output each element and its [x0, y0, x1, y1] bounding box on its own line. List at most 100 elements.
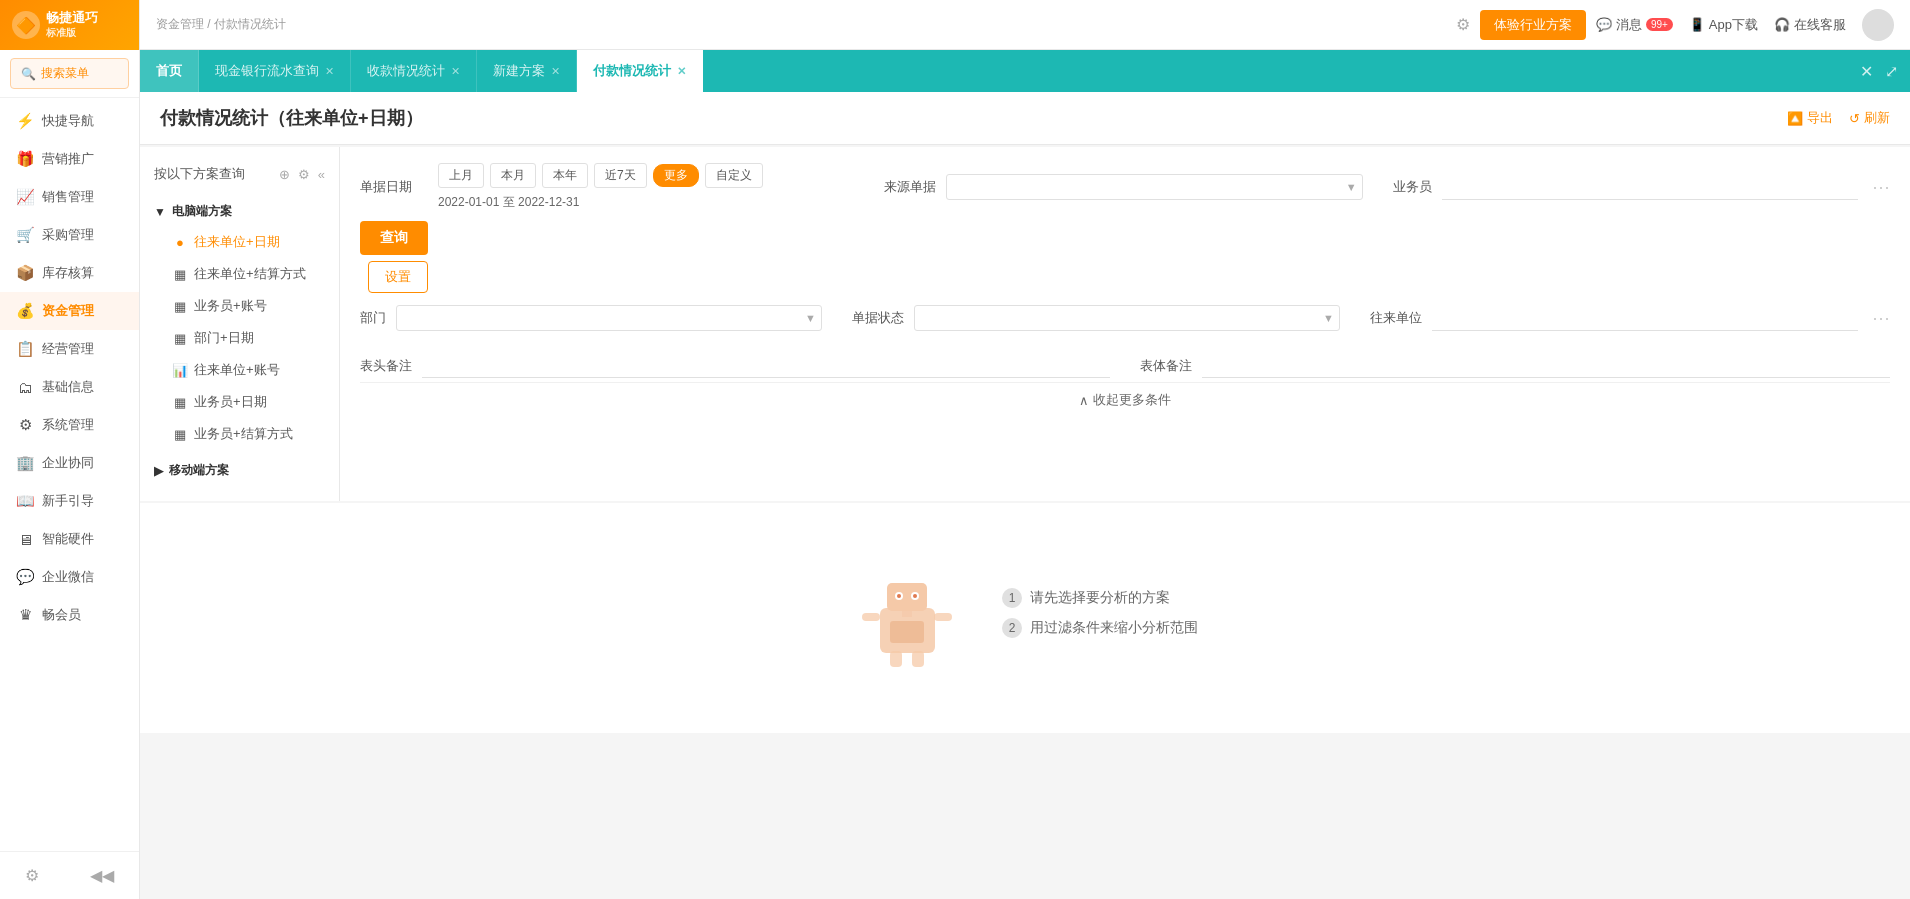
- add-scheme-icon[interactable]: ⊕: [279, 167, 290, 182]
- tab-receipts[interactable]: 收款情况统计 ✕: [351, 50, 477, 92]
- scheme-item-partner-date[interactable]: ● 往来单位+日期: [140, 226, 339, 258]
- sidebar-item-system[interactable]: ⚙ 系统管理: [0, 406, 139, 444]
- close-payment-tab[interactable]: ✕: [677, 65, 686, 78]
- scheme-item-salesperson-settlement[interactable]: ▦ 业务员+结算方式: [140, 418, 339, 450]
- tab-new-plan[interactable]: 新建方案 ✕: [477, 50, 577, 92]
- svg-rect-6: [902, 611, 912, 617]
- partner-more-icon[interactable]: ⋯: [1872, 307, 1890, 329]
- tab-controls: ✕ ⤢: [1848, 50, 1910, 92]
- guide-icon: 📖: [16, 492, 34, 510]
- sidebar-item-operations[interactable]: 📋 经营管理: [0, 330, 139, 368]
- logo-text: 畅捷通巧 标准版: [46, 10, 98, 40]
- svg-point-5: [913, 594, 917, 598]
- collapse-filter-button[interactable]: ∧ 收起更多条件: [360, 382, 1890, 417]
- purchase-icon: 🛒: [16, 226, 34, 244]
- salesperson-input[interactable]: [1442, 175, 1858, 200]
- filter-and-panel: 按以下方案查询 ⊕ ⚙ « ▼ 电脑端方案 ●: [140, 147, 1910, 501]
- page-content: 付款情况统计（往来单位+日期） 🔼 导出 ↺ 刷新 按以下方案查询: [140, 92, 1910, 899]
- source-select-wrap: ▼: [946, 174, 1362, 200]
- basic-icon: 🗂: [16, 378, 34, 396]
- close-bank-tab[interactable]: ✕: [325, 65, 334, 78]
- empty-tips: 1 请先选择要分析的方案 2 用过滤条件来缩小分析范围: [1002, 588, 1198, 648]
- scheme-item-salesperson-account[interactable]: ▦ 业务员+账号: [140, 290, 339, 322]
- export-button[interactable]: 🔼 导出: [1787, 109, 1833, 127]
- sidebar-item-marketing[interactable]: 🎁 营销推广: [0, 140, 139, 178]
- query-button[interactable]: 查询: [360, 221, 428, 255]
- chevron-up-icon: ∧: [1079, 393, 1089, 408]
- svg-rect-7: [862, 613, 880, 621]
- mobile-scheme-group-title[interactable]: ▶ 移动端方案: [140, 456, 339, 485]
- last-month-btn[interactable]: 上月: [438, 163, 484, 188]
- scheme-item-partner-settlement[interactable]: ▦ 往来单位+结算方式: [140, 258, 339, 290]
- chevron-right-icon: ▶: [154, 464, 163, 478]
- body-note-label: 表体备注: [1140, 357, 1192, 375]
- svg-rect-11: [890, 621, 924, 643]
- dept-select[interactable]: [396, 305, 822, 331]
- tab-payment[interactable]: 付款情况统计 ✕: [577, 50, 703, 92]
- pc-scheme-group-title[interactable]: ▼ 电脑端方案: [140, 197, 339, 226]
- tab-bank[interactable]: 现金银行流水查询 ✕: [199, 50, 351, 92]
- sidebar-item-enterprise[interactable]: 🏢 企业协同: [0, 444, 139, 482]
- source-select[interactable]: [946, 174, 1362, 200]
- sidebar-item-guide[interactable]: 📖 新手引导: [0, 482, 139, 520]
- collapse-panel-icon[interactable]: «: [318, 167, 325, 182]
- main-content: 资金管理 / 付款情况统计 ⚙ 体验行业方案 💬 消息 99+ 📱 App下载 …: [140, 0, 1910, 899]
- scheme-item-dept-date[interactable]: ▦ 部门+日期: [140, 322, 339, 354]
- query-actions: 查询 设置: [360, 221, 428, 293]
- mobile-scheme-group: ▶ 移动端方案: [140, 456, 339, 485]
- sidebar-item-purchase[interactable]: 🛒 采购管理: [0, 216, 139, 254]
- voucher-status-label: 单据状态: [852, 309, 904, 327]
- panel-title-label: 按以下方案查询: [154, 165, 245, 183]
- tab-bar: 首页 现金银行流水查询 ✕ 收款情况统计 ✕ 新建方案 ✕ 付款情况统计 ✕ ✕…: [140, 50, 1910, 92]
- close-new-plan-tab[interactable]: ✕: [551, 65, 560, 78]
- expand-tab-icon[interactable]: ⤢: [1885, 62, 1898, 81]
- sidebar-item-finance[interactable]: 💰 资金管理: [0, 292, 139, 330]
- sidebar-item-basic[interactable]: 🗂 基础信息: [0, 368, 139, 406]
- header-note-input[interactable]: [422, 353, 1110, 378]
- this-month-btn[interactable]: 本月: [490, 163, 536, 188]
- pc-scheme-group: ▼ 电脑端方案 ● 往来单位+日期 ▦ 往来单位+结算方式 ▦: [140, 197, 339, 450]
- message-action[interactable]: 💬 消息 99+: [1596, 16, 1673, 34]
- body-note-input[interactable]: [1202, 353, 1890, 378]
- sidebar-item-sales[interactable]: 📈 销售管理: [0, 178, 139, 216]
- last-7days-btn[interactable]: 近7天: [594, 163, 647, 188]
- sidebar-item-inventory[interactable]: 📦 库存核算: [0, 254, 139, 292]
- close-receipts-tab[interactable]: ✕: [451, 65, 460, 78]
- sidebar-item-vip[interactable]: ♛ 畅会员: [0, 596, 139, 634]
- custom-date-btn[interactable]: 自定义: [705, 163, 763, 188]
- trial-button[interactable]: 体验行业方案: [1480, 10, 1586, 40]
- header-settings-icon[interactable]: ⚙: [1456, 15, 1470, 34]
- search-menu-button[interactable]: 🔍 搜索菜单: [10, 58, 129, 89]
- partner-input[interactable]: [1432, 306, 1858, 331]
- scheme-item-salesperson-date[interactable]: ▦ 业务员+日期: [140, 386, 339, 418]
- settings-scheme-icon[interactable]: ⚙: [298, 167, 310, 182]
- date-range-display: 2022-01-01 至 2022-12-31: [438, 194, 579, 211]
- page-title: 付款情况统计（往来单位+日期）: [160, 106, 423, 130]
- filter-row-1: 单据日期 上月 本月 本年 近7天 更多 自定义 2022-01-01 至 20…: [360, 163, 1890, 293]
- this-year-btn[interactable]: 本年: [542, 163, 588, 188]
- more-date-btn[interactable]: 更多: [653, 164, 699, 187]
- filter-row-2: 部门 ▼ 单据状态 ▼ 往来单位: [360, 305, 1890, 341]
- salesperson-more-icon[interactable]: ⋯: [1872, 176, 1890, 198]
- voucher-status-select[interactable]: [914, 305, 1340, 331]
- refresh-button[interactable]: ↺ 刷新: [1849, 109, 1890, 127]
- collapse-sidebar-icon[interactable]: ◀◀: [84, 860, 120, 891]
- user-avatar[interactable]: [1862, 9, 1894, 41]
- customer-service-action[interactable]: 🎧 在线客服: [1774, 16, 1846, 34]
- sidebar-item-hardware[interactable]: 🖥 智能硬件: [0, 520, 139, 558]
- sidebar-item-wechat[interactable]: 💬 企业微信: [0, 558, 139, 596]
- tab-home[interactable]: 首页: [140, 50, 199, 92]
- sidebar-search-area: 🔍 搜索菜单: [0, 50, 139, 98]
- svg-rect-10: [912, 651, 924, 667]
- settings-bottom-icon[interactable]: ⚙: [19, 860, 45, 891]
- close-all-tabs-icon[interactable]: ✕: [1860, 62, 1873, 81]
- settings-button[interactable]: 设置: [368, 261, 428, 293]
- sidebar-nav: ⚡ 快捷导航 🎁 营销推广 📈 销售管理 🛒 采购管理 📦 库存核算 💰 资金管…: [0, 98, 139, 851]
- left-panel: 按以下方案查询 ⊕ ⚙ « ▼ 电脑端方案 ●: [140, 147, 340, 501]
- app-logo: 🔶 畅捷通巧 标准版: [0, 0, 139, 50]
- app-download-action[interactable]: 📱 App下载: [1689, 16, 1758, 34]
- message-badge: 99+: [1646, 18, 1673, 31]
- scheme-item-partner-account[interactable]: 📊 往来单位+账号: [140, 354, 339, 386]
- sidebar-item-quick-nav[interactable]: ⚡ 快捷导航: [0, 102, 139, 140]
- operations-icon: 📋: [16, 340, 34, 358]
